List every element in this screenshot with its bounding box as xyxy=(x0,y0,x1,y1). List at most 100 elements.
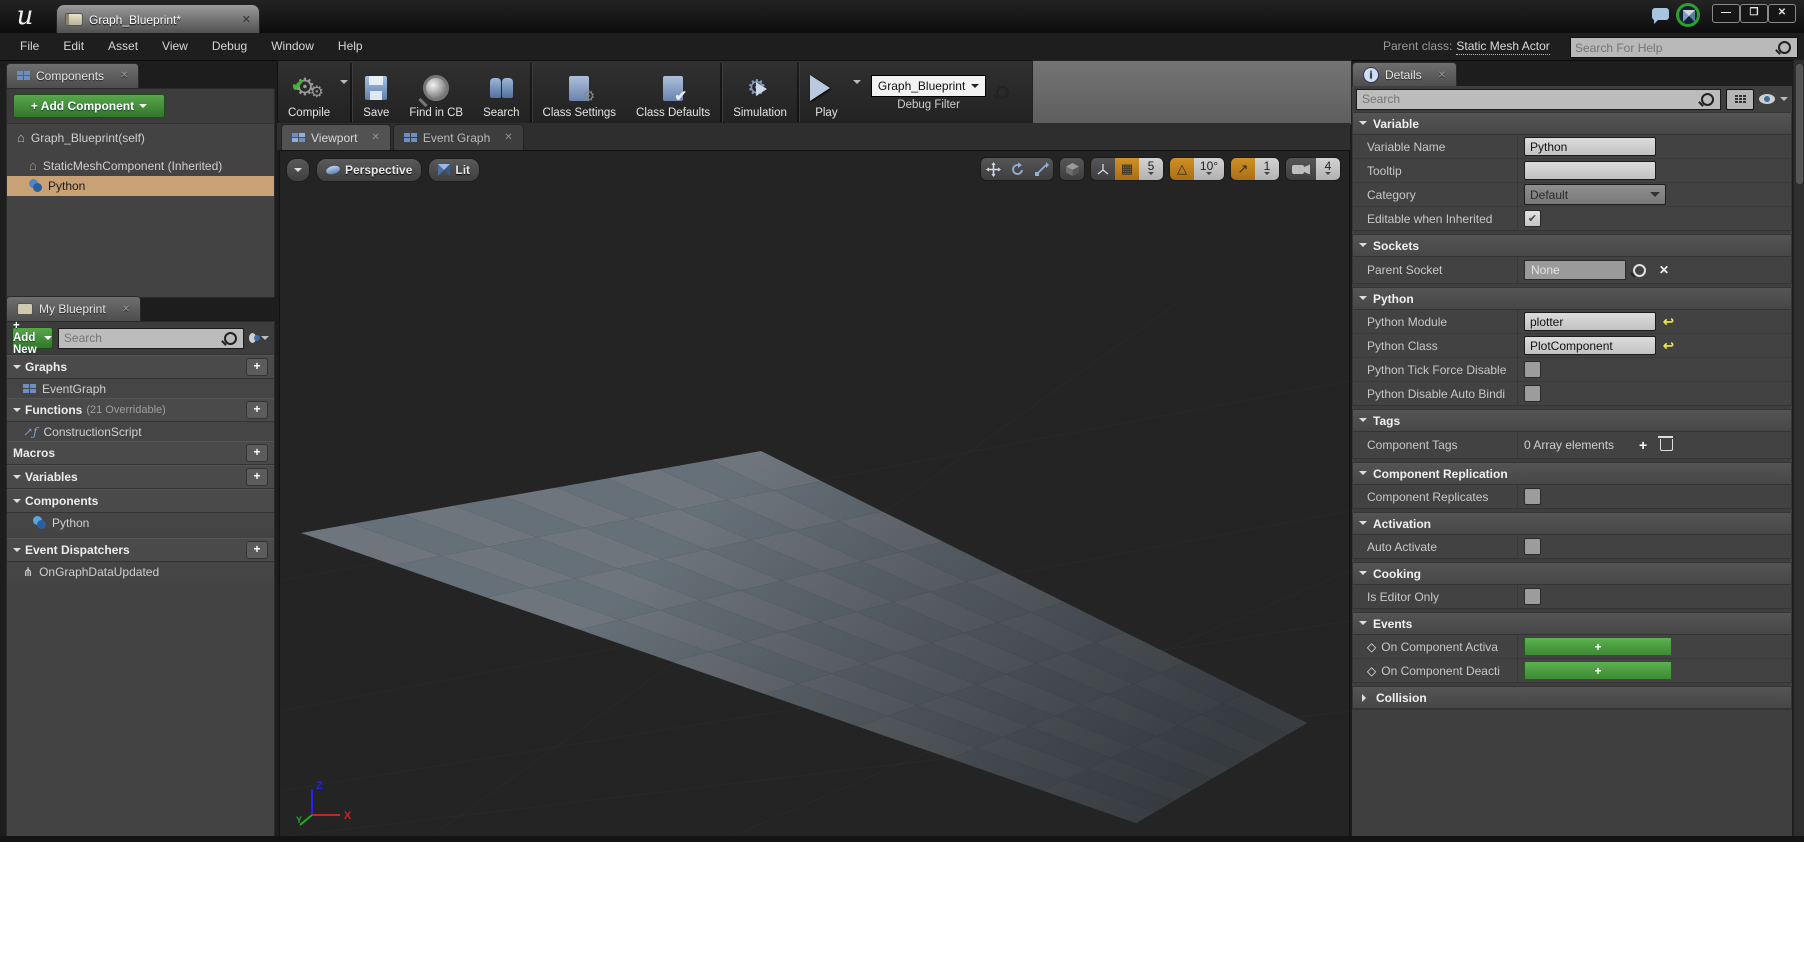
feedback-bubble-icon[interactable] xyxy=(1652,8,1669,24)
my-blueprint-search-box[interactable] xyxy=(57,327,244,349)
grid-snap-toggle[interactable]: ▦ xyxy=(1115,158,1139,180)
list-item-python-variable[interactable]: Python xyxy=(7,513,274,532)
tab-viewport[interactable]: Viewport ✕ xyxy=(281,124,391,150)
maximize-button[interactable]: ❐ xyxy=(1740,4,1768,23)
camera-speed-value-dropdown[interactable]: 4 xyxy=(1316,158,1340,180)
add-array-element-button[interactable]: + xyxy=(1639,437,1647,453)
add-dispatcher-button[interactable]: + xyxy=(246,541,268,559)
parent-socket-value[interactable]: None xyxy=(1524,260,1626,280)
python-module-input[interactable] xyxy=(1524,312,1656,331)
add-new-button[interactable]: + Add New xyxy=(12,320,53,356)
chevron-down-icon[interactable] xyxy=(1780,97,1788,105)
section-header[interactable]: Variable xyxy=(1353,113,1791,135)
compile-options-caret[interactable] xyxy=(340,79,349,88)
help-search-box[interactable] xyxy=(1570,37,1798,58)
components-panel-tab[interactable]: Components ✕ xyxy=(6,62,140,88)
view-options-eye-icon[interactable] xyxy=(1759,94,1775,104)
minimize-button[interactable]: — xyxy=(1712,4,1740,23)
simulation-button[interactable]: ⚙ Simulation xyxy=(723,61,797,124)
section-header[interactable]: Tags xyxy=(1353,410,1791,432)
debug-object-dropdown[interactable]: Graph_Blueprint xyxy=(870,74,987,97)
tab-close-icon[interactable]: ✕ xyxy=(242,13,251,26)
section-components[interactable]: Components xyxy=(7,489,274,513)
rotation-snap-toggle[interactable]: △ xyxy=(1170,158,1194,180)
lit-mode-button[interactable]: Lit xyxy=(428,158,481,182)
clear-socket-icon[interactable]: ✕ xyxy=(1659,263,1669,277)
close-button[interactable]: ✕ xyxy=(1768,4,1796,23)
viewport-canvas[interactable]: Perspective Lit ▦ 5 △ 10° ↗ 1 4 Z X Y xyxy=(279,150,1350,838)
add-on-component-deactivated-event-button[interactable]: + xyxy=(1524,661,1672,680)
help-search-input[interactable] xyxy=(1571,40,1778,55)
tab-event-graph[interactable]: Event Graph ✕ xyxy=(392,124,524,150)
list-item-constructionscript[interactable]: ↗ƒ ConstructionScript xyxy=(7,422,274,441)
socket-search-icon[interactable] xyxy=(1633,263,1646,277)
add-function-button[interactable]: + xyxy=(246,401,268,419)
details-search-box[interactable] xyxy=(1356,88,1721,110)
play-options-caret[interactable] xyxy=(852,79,861,88)
scale-snap-toggle[interactable]: ↗ xyxy=(1231,158,1255,180)
grid-snap-value-dropdown[interactable]: 5 xyxy=(1139,158,1163,180)
menu-edit[interactable]: Edit xyxy=(51,33,96,60)
section-header[interactable]: Cooking xyxy=(1353,563,1791,585)
play-button[interactable]: Play xyxy=(800,61,853,124)
is-editor-only-checkbox[interactable] xyxy=(1524,588,1541,605)
debug-search-icon[interactable] xyxy=(996,86,1010,99)
add-on-component-activated-event-button[interactable]: + xyxy=(1524,637,1672,656)
rotate-tool-button[interactable] xyxy=(1005,158,1029,180)
scale-tool-button[interactable] xyxy=(1029,158,1053,180)
section-header[interactable]: Collision xyxy=(1353,687,1791,709)
details-scrollbar[interactable] xyxy=(1793,60,1804,842)
my-blueprint-panel-tab[interactable]: My Blueprint ✕ xyxy=(6,296,142,321)
section-macros[interactable]: Macros + xyxy=(7,441,274,465)
property-matrix-button[interactable] xyxy=(1726,88,1754,110)
scrollbar-thumb[interactable] xyxy=(1796,64,1803,184)
find-in-content-browser-button[interactable]: Find in CB xyxy=(399,61,473,124)
panel-close-icon[interactable]: ✕ xyxy=(120,70,128,81)
my-blueprint-search-input[interactable] xyxy=(58,331,224,345)
auto-activate-checkbox[interactable] xyxy=(1524,538,1541,555)
add-macro-button[interactable]: + xyxy=(246,444,268,462)
section-header[interactable]: Events xyxy=(1353,613,1791,635)
perspective-button[interactable]: Perspective xyxy=(316,158,423,182)
tooltip-input[interactable] xyxy=(1524,161,1656,180)
world-local-space-button[interactable] xyxy=(1091,158,1115,180)
panel-close-icon[interactable]: ✕ xyxy=(1438,70,1446,81)
tab-close-icon[interactable]: ✕ xyxy=(504,132,512,143)
details-panel-tab[interactable]: i Details ✕ xyxy=(1352,62,1458,87)
section-header[interactable]: Component Replication xyxy=(1353,463,1791,485)
python-disable-auto-binding-checkbox[interactable] xyxy=(1524,385,1541,402)
surface-snapping-button[interactable] xyxy=(1060,158,1084,180)
compile-button[interactable]: ⚙⚙ Compile xyxy=(278,61,340,124)
category-dropdown[interactable]: Default xyxy=(1524,184,1666,205)
rotation-snap-value-dropdown[interactable]: 10° xyxy=(1194,158,1224,180)
variable-name-input[interactable] xyxy=(1524,137,1656,156)
section-functions[interactable]: Functions (21 Overridable) + xyxy=(7,398,274,422)
menu-asset[interactable]: Asset xyxy=(96,33,150,60)
tree-item-python[interactable]: Python xyxy=(7,175,274,196)
class-defaults-button[interactable]: ✔ Class Defaults xyxy=(626,61,720,124)
tree-item-staticmesh[interactable]: ⌂ StaticMeshComponent (Inherited) xyxy=(7,156,274,176)
chevron-down-icon[interactable] xyxy=(261,336,269,344)
document-tab-graph-blueprint[interactable]: Graph_Blueprint* ✕ xyxy=(56,4,260,34)
editable-when-inherited-checkbox[interactable]: ✔ xyxy=(1524,210,1541,227)
camera-speed-button[interactable] xyxy=(1286,158,1316,180)
component-replicates-checkbox[interactable] xyxy=(1524,488,1541,505)
visibility-filter-eye-icon[interactable] xyxy=(248,333,261,343)
menu-help[interactable]: Help xyxy=(326,33,375,60)
menu-window[interactable]: Window xyxy=(259,33,326,60)
list-item-ongraphdataupdated[interactable]: ⋔ OnGraphDataUpdated xyxy=(7,562,274,581)
add-component-button[interactable]: + Add Component xyxy=(13,93,165,118)
section-event-dispatchers[interactable]: Event Dispatchers + xyxy=(7,538,274,562)
panel-close-icon[interactable]: ✕ xyxy=(122,304,130,315)
python-class-input[interactable] xyxy=(1524,336,1656,355)
reset-to-default-icon[interactable]: ↩ xyxy=(1663,314,1674,330)
menu-debug[interactable]: Debug xyxy=(200,33,259,60)
section-variables[interactable]: Variables + xyxy=(7,465,274,489)
section-header[interactable]: Activation xyxy=(1353,513,1791,535)
trash-icon[interactable] xyxy=(1658,436,1674,451)
section-graphs[interactable]: Graphs + xyxy=(7,355,274,379)
section-header[interactable]: Python xyxy=(1353,288,1791,310)
tree-item-blueprint-self[interactable]: ⌂ Graph_Blueprint(self) xyxy=(7,128,274,148)
section-header[interactable]: Sockets xyxy=(1353,235,1791,257)
parent-class-link[interactable]: Static Mesh Actor xyxy=(1456,39,1550,55)
